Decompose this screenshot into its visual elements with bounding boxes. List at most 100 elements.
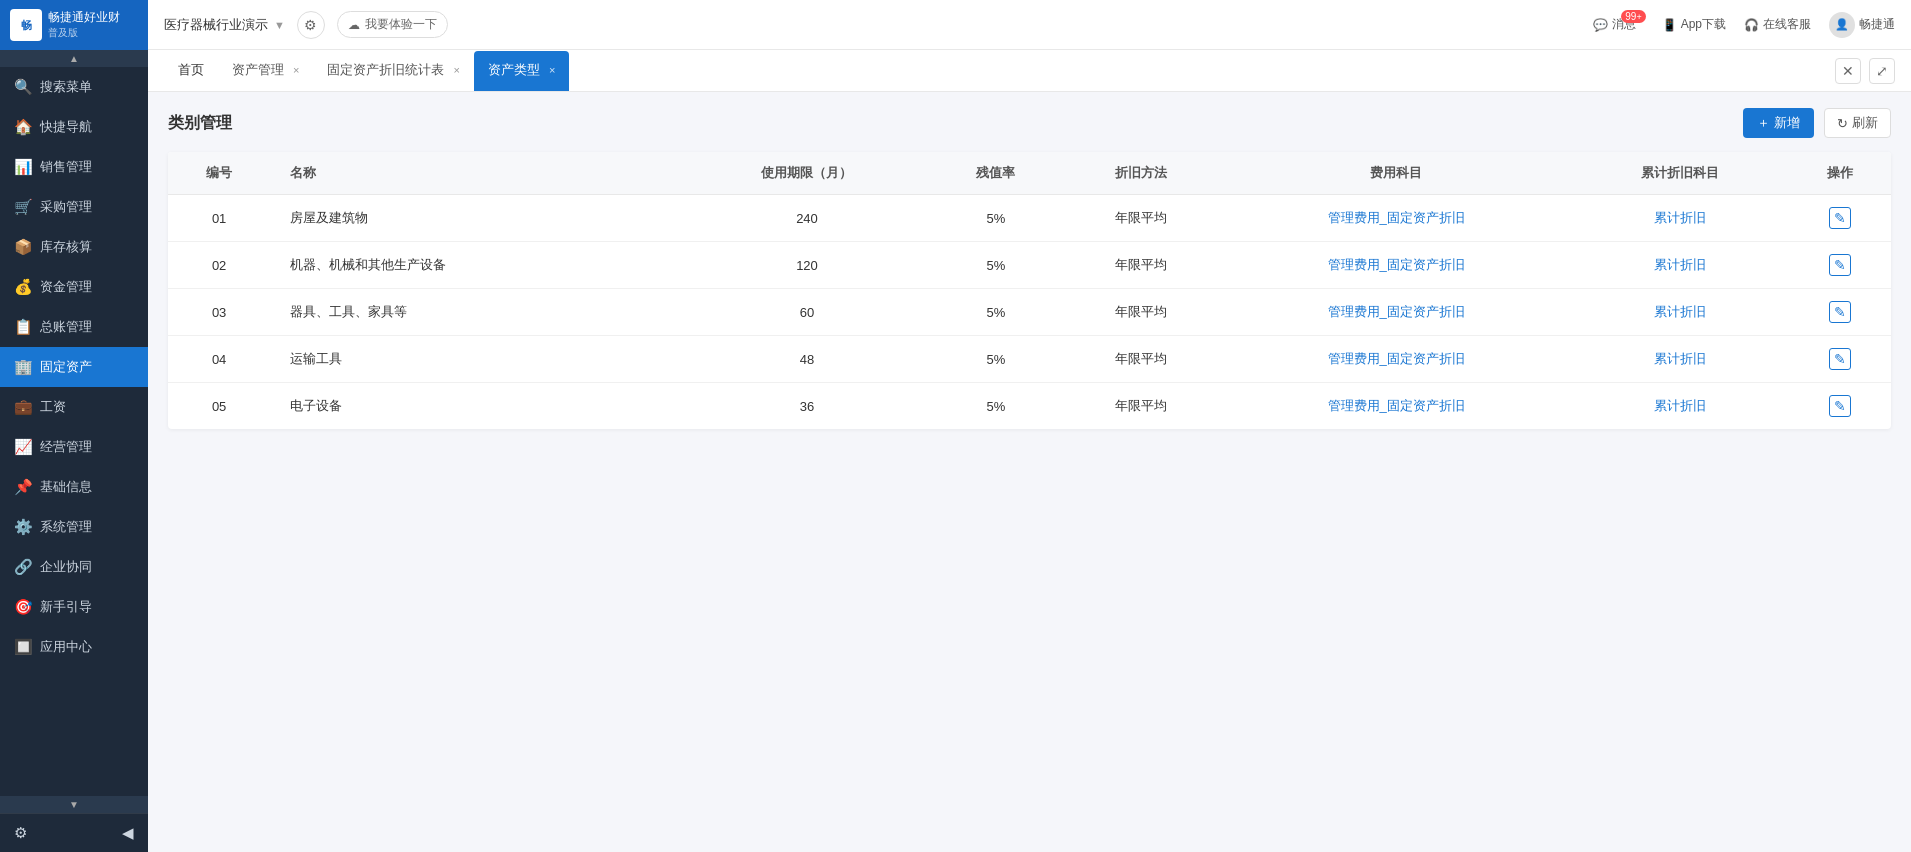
data-table: 编号 名称 使用期限（月） 残值率 折旧方法 费用科目 累计折旧科目 操作 01… xyxy=(168,152,1891,429)
sidebar-item-system[interactable]: ⚙️ 系统管理 xyxy=(0,507,148,547)
module-selector[interactable]: 医疗器械行业演示 ▼ xyxy=(164,16,285,34)
tab-asset-type-close[interactable]: × xyxy=(549,64,555,76)
edit-button[interactable]: ✎ xyxy=(1829,301,1851,323)
sidebar-item-ledger[interactable]: 📋 总账管理 xyxy=(0,307,148,347)
module-settings-button[interactable]: ⚙ xyxy=(297,11,325,39)
cell-name: 机器、机械和其他生产设备 xyxy=(270,242,683,289)
edit-button[interactable]: ✎ xyxy=(1829,254,1851,276)
table-row: 05 电子设备 36 5% 年限平均 管理费用_固定资产折旧 累计折旧 ✎ xyxy=(168,383,1891,430)
sidebar-item-funds[interactable]: 💰 资金管理 xyxy=(0,267,148,307)
cell-residual: 5% xyxy=(930,289,1061,336)
module-name: 医疗器械行业演示 xyxy=(164,16,268,34)
phone-icon: 📱 xyxy=(1662,18,1677,32)
table-row: 03 器具、工具、家具等 60 5% 年限平均 管理费用_固定资产折旧 累计折旧… xyxy=(168,289,1891,336)
sidebar-footer: ⚙ ◀ xyxy=(0,813,148,852)
headset-icon: 🎧 xyxy=(1744,18,1759,32)
table-header-row: 编号 名称 使用期限（月） 残值率 折旧方法 费用科目 累计折旧科目 操作 xyxy=(168,152,1891,195)
topbar: 医疗器械行业演示 ▼ ⚙ ☁ 我要体验一下 💬 消息 99+ 📱 App下载 🎧… xyxy=(148,0,1911,50)
sidebar: 畅 畅捷通好业财 普及版 ▲ 🔍 搜索菜单 🏠 快捷导航 📊 销售管理 🛒 采购… xyxy=(0,0,148,852)
app-download-button[interactable]: 📱 App下载 xyxy=(1662,16,1726,33)
basic-info-icon: 📌 xyxy=(14,478,32,496)
sidebar-item-app-center[interactable]: 🔲 应用中心 xyxy=(0,627,148,667)
sidebar-item-label: 新手引导 xyxy=(40,598,92,616)
app-download-label: App下载 xyxy=(1681,16,1726,33)
cell-period: 120 xyxy=(684,242,931,289)
cell-action: ✎ xyxy=(1789,289,1891,336)
cell-period: 60 xyxy=(684,289,931,336)
cell-accum-subject: 累计折旧 xyxy=(1571,195,1789,242)
sidebar-item-search[interactable]: 🔍 搜索菜单 xyxy=(0,67,148,107)
user-button[interactable]: 👤 畅捷通 xyxy=(1829,12,1895,38)
cell-code: 05 xyxy=(168,383,270,430)
sales-icon: 📊 xyxy=(14,158,32,176)
tab-home[interactable]: 首页 xyxy=(164,51,218,91)
maximize-window-button[interactable]: ⤢ xyxy=(1869,58,1895,84)
sidebar-item-label: 基础信息 xyxy=(40,478,92,496)
cell-accum-subject: 累计折旧 xyxy=(1571,289,1789,336)
sidebar-item-sales[interactable]: 📊 销售管理 xyxy=(0,147,148,187)
tab-depreciation-table[interactable]: 固定资产折旧统计表 × xyxy=(313,51,473,91)
experience-text: 我要体验一下 xyxy=(365,16,437,33)
search-icon: 🔍 xyxy=(14,78,32,96)
tab-asset-mgmt-close[interactable]: × xyxy=(293,64,299,76)
col-accum-subject: 累计折旧科目 xyxy=(1571,152,1789,195)
tab-asset-mgmt[interactable]: 资产管理 × xyxy=(218,51,313,91)
tab-depreciation-close[interactable]: × xyxy=(453,64,459,76)
cell-code: 01 xyxy=(168,195,270,242)
sidebar-item-enterprise[interactable]: 🔗 企业协同 xyxy=(0,547,148,587)
sidebar-logo: 畅 畅捷通好业财 普及版 xyxy=(0,0,148,50)
sidebar-item-label: 销售管理 xyxy=(40,158,92,176)
messages-button[interactable]: 💬 消息 99+ xyxy=(1593,16,1636,33)
sidebar-item-operation[interactable]: 📈 经营管理 xyxy=(0,427,148,467)
edit-button[interactable]: ✎ xyxy=(1829,395,1851,417)
sidebar-item-fixed-assets[interactable]: 🏢 固定资产 xyxy=(0,347,148,387)
home-icon: 🏠 xyxy=(14,118,32,136)
sidebar-nav: 🔍 搜索菜单 🏠 快捷导航 📊 销售管理 🛒 采购管理 📦 库存核算 💰 资金管… xyxy=(0,67,148,796)
online-service-button[interactable]: 🎧 在线客服 xyxy=(1744,16,1811,33)
cell-code: 03 xyxy=(168,289,270,336)
cell-code: 04 xyxy=(168,336,270,383)
operation-icon: 📈 xyxy=(14,438,32,456)
sidebar-item-label: 总账管理 xyxy=(40,318,92,336)
page-actions: ＋ 新增 ↻ 刷新 xyxy=(1743,108,1891,138)
sidebar-item-purchase[interactable]: 🛒 采购管理 xyxy=(0,187,148,227)
cell-cost-subject: 管理费用_固定资产折旧 xyxy=(1221,289,1570,336)
edit-button[interactable]: ✎ xyxy=(1829,348,1851,370)
sidebar-item-label: 应用中心 xyxy=(40,638,92,656)
settings-icon[interactable]: ⚙ xyxy=(14,824,27,842)
sidebar-scroll-up[interactable]: ▲ xyxy=(0,50,148,67)
sidebar-item-basic-info[interactable]: 📌 基础信息 xyxy=(0,467,148,507)
tab-asset-mgmt-label: 资产管理 xyxy=(232,61,284,79)
refresh-button[interactable]: ↻ 刷新 xyxy=(1824,108,1891,138)
logo-sub: 普及版 xyxy=(48,26,120,40)
cell-name: 运输工具 xyxy=(270,336,683,383)
sidebar-scroll-down[interactable]: ▼ xyxy=(0,796,148,813)
sidebar-item-label: 系统管理 xyxy=(40,518,92,536)
collapse-icon[interactable]: ◀ xyxy=(122,824,134,842)
tab-asset-type-label: 资产类型 xyxy=(488,61,540,79)
sidebar-item-payroll[interactable]: 💼 工资 xyxy=(0,387,148,427)
col-action: 操作 xyxy=(1789,152,1891,195)
cell-method: 年限平均 xyxy=(1061,383,1221,430)
table-row: 02 机器、机械和其他生产设备 120 5% 年限平均 管理费用_固定资产折旧 … xyxy=(168,242,1891,289)
col-residual: 残值率 xyxy=(930,152,1061,195)
col-cost-subject: 费用科目 xyxy=(1221,152,1570,195)
experience-button[interactable]: ☁ 我要体验一下 xyxy=(337,11,448,38)
cell-action: ✎ xyxy=(1789,195,1891,242)
logo-text: 畅捷通好业财 xyxy=(48,10,120,26)
edit-button[interactable]: ✎ xyxy=(1829,207,1851,229)
table-row: 01 房屋及建筑物 240 5% 年限平均 管理费用_固定资产折旧 累计折旧 ✎ xyxy=(168,195,1891,242)
tabbar: 首页 资产管理 × 固定资产折旧统计表 × 资产类型 × ✕ ⤢ xyxy=(148,50,1911,92)
new-button[interactable]: ＋ 新增 xyxy=(1743,108,1814,138)
tab-home-label: 首页 xyxy=(178,61,204,79)
sidebar-item-guide[interactable]: 🎯 新手引导 xyxy=(0,587,148,627)
sidebar-item-inventory[interactable]: 📦 库存核算 xyxy=(0,227,148,267)
logo-icon: 畅 xyxy=(10,9,42,41)
content-area: 类别管理 ＋ 新增 ↻ 刷新 编号 名称 使用期限（月） xyxy=(148,92,1911,852)
cell-accum-subject: 累计折旧 xyxy=(1571,383,1789,430)
sidebar-item-quick-nav[interactable]: 🏠 快捷导航 xyxy=(0,107,148,147)
cell-method: 年限平均 xyxy=(1061,242,1221,289)
tab-asset-type[interactable]: 资产类型 × xyxy=(474,51,569,91)
cell-cost-subject: 管理费用_固定资产折旧 xyxy=(1221,383,1570,430)
close-window-button[interactable]: ✕ xyxy=(1835,58,1861,84)
